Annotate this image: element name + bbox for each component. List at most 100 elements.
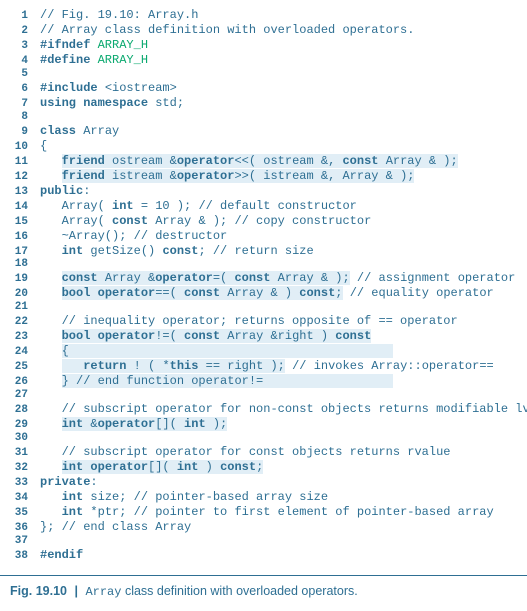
code-content: using namespace std; [40, 96, 184, 110]
code-token: <iostream> [105, 81, 177, 95]
code-line: 27 [6, 389, 517, 402]
line-number: 13 [6, 186, 28, 199]
code-token: int [177, 460, 199, 474]
code-line: 36 }; // end class Array [6, 520, 517, 535]
code-content: Array( int = 10 ); // default constructo… [40, 199, 357, 213]
code-content: private: [40, 475, 98, 489]
code-line: 7using namespace std; [6, 96, 517, 111]
line-number: 22 [6, 316, 28, 329]
code-token: public [40, 184, 83, 198]
code-token: private [40, 475, 90, 489]
line-number: 10 [6, 141, 28, 154]
code-token [40, 154, 62, 168]
code-token [40, 374, 62, 388]
line-number: 6 [6, 83, 28, 96]
code-token: : [83, 184, 90, 198]
line-number: 19 [6, 273, 28, 286]
code-line: 23 bool operator!=( const Array &right )… [6, 329, 517, 344]
code-token: }; // end class Array [40, 520, 191, 534]
line-number: 18 [6, 258, 28, 271]
code-content: int &operator[]( int ); [40, 417, 227, 431]
code-token: const [220, 460, 256, 474]
code-token: bool [62, 286, 91, 300]
line-number: 34 [6, 492, 28, 505]
code-token: const [299, 286, 335, 300]
caption-class-name: Array [85, 585, 121, 599]
code-listing: 1// Fig. 19.10: Array.h2// Array class d… [0, 8, 527, 569]
code-line: 35 int *ptr; // pointer to first element… [6, 505, 517, 520]
code-content: // subscript operator for non-const obje… [40, 402, 527, 416]
code-token [62, 359, 84, 373]
code-token [90, 286, 97, 300]
line-number: 25 [6, 361, 28, 374]
code-token: ARRAY_H [98, 53, 148, 67]
line-number: 36 [6, 522, 28, 535]
line-number: 9 [6, 126, 28, 139]
line-number: 35 [6, 507, 28, 520]
code-token: Array & ) [220, 286, 299, 300]
line-number: 33 [6, 477, 28, 490]
code-content: Array( const Array & ); // copy construc… [40, 214, 371, 228]
code-token: ~Array(); // destructor [40, 229, 227, 243]
code-token: Array & ); [270, 271, 349, 285]
code-content: ~Array(); // destructor [40, 229, 227, 243]
line-number: 15 [6, 216, 28, 229]
code-token: // invokes Array::operator== [285, 359, 494, 373]
code-token: []( [148, 460, 177, 474]
code-token: const [184, 286, 220, 300]
code-token: operator [155, 271, 213, 285]
code-content: friend istream &operator>>( istream &, A… [40, 169, 414, 183]
code-line: 26 } // end function operator!= [6, 374, 517, 389]
code-token [40, 417, 62, 431]
code-line: 15 Array( const Array & ); // copy const… [6, 214, 517, 229]
line-number: 28 [6, 404, 28, 417]
code-content: public: [40, 184, 90, 198]
code-token: int [62, 505, 84, 519]
code-line: 4#define ARRAY_H [6, 53, 517, 68]
code-token: class [40, 124, 83, 138]
line-number: 16 [6, 231, 28, 244]
code-token: operator [177, 169, 235, 183]
code-token: using namespace [40, 96, 155, 110]
line-number: 1 [6, 10, 28, 23]
code-line: 10 { [6, 139, 517, 154]
code-line: 19 const Array &operator=( const Array &… [6, 271, 517, 286]
code-token: & [83, 417, 97, 431]
code-content: int operator[]( int ) const; [40, 460, 263, 474]
code-token: const [162, 244, 198, 258]
code-token: // Array class definition with overloade… [40, 23, 414, 37]
line-number: 5 [6, 68, 28, 81]
code-line: 21 [6, 301, 517, 314]
code-token: { [40, 139, 47, 153]
figure-caption: Fig. 19.10 | Array class definition with… [0, 575, 527, 601]
code-token: ARRAY_H [98, 38, 148, 52]
code-token: const [342, 154, 378, 168]
line-number: 21 [6, 301, 28, 314]
code-line: 38#endif [6, 548, 517, 563]
code-line: 17 int getSize() const; // return size [6, 244, 517, 259]
code-content: int size; // pointer-based array size [40, 490, 328, 504]
code-content: #define ARRAY_H [40, 53, 148, 67]
code-line: 1// Fig. 19.10: Array.h [6, 8, 517, 23]
code-content: int getSize() const; // return size [40, 244, 314, 258]
code-token [40, 359, 62, 373]
code-content: friend ostream &operator<<( ostream &, c… [40, 154, 458, 168]
code-token: #ifndef [40, 38, 98, 52]
code-line: 28 // subscript operator for non-const o… [6, 402, 517, 417]
line-number: 27 [6, 389, 28, 402]
code-content: return ! ( *this == right ); // invokes … [40, 359, 494, 373]
code-line: 37 [6, 535, 517, 548]
code-token: Array( [40, 214, 112, 228]
code-token: // subscript operator for const objects … [40, 445, 450, 459]
line-number: 14 [6, 201, 28, 214]
code-line: 6#include <iostream> [6, 81, 517, 96]
code-token: >>( istream &, Array & ); [234, 169, 414, 183]
code-token: this [170, 359, 199, 373]
code-token [40, 271, 62, 285]
code-token: std; [155, 96, 184, 110]
code-token: operator [98, 329, 156, 343]
code-token: !=( [155, 329, 184, 343]
code-token: int [62, 417, 84, 431]
line-number: 32 [6, 462, 28, 475]
code-line: 5 [6, 68, 517, 81]
